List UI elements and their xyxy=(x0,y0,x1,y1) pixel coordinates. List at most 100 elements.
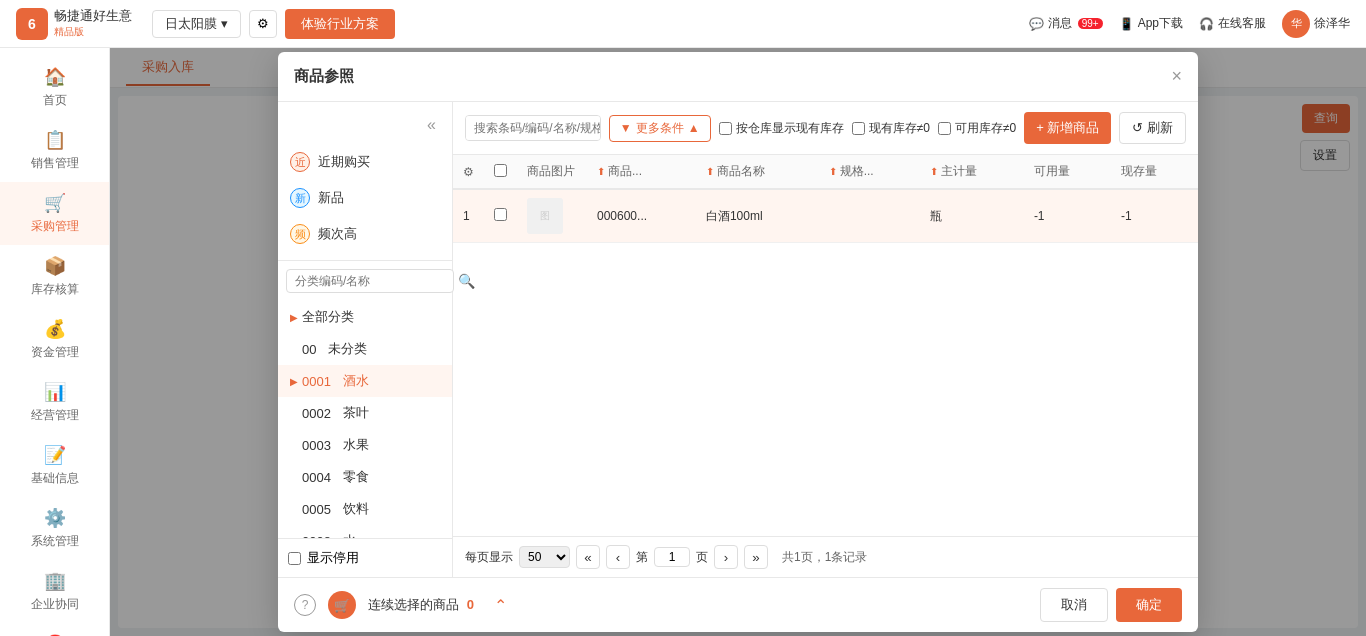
cat-item-0003[interactable]: 0003 水果 xyxy=(278,429,452,461)
new-icon: 新 xyxy=(290,188,310,208)
refresh-button[interactable]: ↺ 刷新 xyxy=(1119,112,1186,144)
quick-freq-item[interactable]: 频 频次高 xyxy=(278,216,452,252)
row-checkbox-cell xyxy=(484,189,517,243)
available-filter-checkbox[interactable] xyxy=(852,122,865,135)
confirm-button[interactable]: 确定 xyxy=(1116,588,1182,622)
enterprise-icon: 🏢 xyxy=(44,570,66,592)
row-spec xyxy=(819,189,920,243)
product-image: 图 xyxy=(527,198,563,234)
message-badge: 99+ xyxy=(1078,18,1103,29)
show-disabled-label: 显示停用 xyxy=(307,549,359,567)
cat-item-0008[interactable]: 0008 水 xyxy=(278,525,452,538)
page-number-input[interactable] xyxy=(654,547,690,567)
purchase-icon: 🛒 xyxy=(44,192,66,214)
row-available: -1 xyxy=(1024,189,1111,243)
per-page-select[interactable]: 50 20 100 xyxy=(519,546,570,568)
content-area: 采购入库 查询 设置 商品参照 × xyxy=(110,48,1366,636)
cat-item-0001[interactable]: ▶ 0001 酒水 xyxy=(278,365,452,397)
footer-actions: 取消 确定 xyxy=(1040,588,1182,622)
th-img: 商品图片 xyxy=(517,155,587,189)
basics-icon: 📝 xyxy=(44,444,66,466)
th-code[interactable]: ⬆ 商品... xyxy=(587,155,696,189)
gear-icon[interactable]: ⚙ xyxy=(249,10,277,38)
sort-unit-icon: ⬆ xyxy=(930,166,938,177)
prev-page-button[interactable]: ‹ xyxy=(606,545,630,569)
freq-icon: 频 xyxy=(290,224,310,244)
sidebar-item-basics[interactable]: 📝 基础信息 xyxy=(0,434,109,497)
th-gear[interactable]: ⚙ xyxy=(453,155,484,189)
modal-footer: ? 🛒 连续选择的商品 0 ⌃ 取消 确定 xyxy=(278,577,1198,632)
logo-name: 畅捷通好生意 xyxy=(54,8,132,25)
logo-sub: 精品版 xyxy=(54,25,132,39)
available-filter-label[interactable]: 现有库存≠0 xyxy=(852,120,930,137)
row-name: 白酒100ml xyxy=(696,189,819,243)
cart-icon[interactable]: 🛒 xyxy=(328,591,356,619)
chevron-down-icon: ▾ xyxy=(221,16,228,31)
show-disabled-checkbox[interactable] xyxy=(288,552,301,565)
sidebar-item-system[interactable]: ⚙️ 系统管理 xyxy=(0,497,109,560)
cat-item-0002[interactable]: 0002 茶叶 xyxy=(278,397,452,429)
usable-filter-label[interactable]: 可用库存≠0 xyxy=(938,120,1016,137)
table-row[interactable]: 1 图 000600... 白酒100ml xyxy=(453,189,1198,243)
modal-header: 商品参照 × xyxy=(278,52,1198,102)
th-spec[interactable]: ⬆ 规格... xyxy=(819,155,920,189)
quick-access: « 近 近期购买 新 新品 频 xyxy=(278,102,452,261)
sidebar-item-home[interactable]: 🏠 首页 xyxy=(0,56,109,119)
quick-recent-item[interactable]: 近 近期购买 xyxy=(278,144,452,180)
cat-item-0005[interactable]: 0005 饮料 xyxy=(278,493,452,525)
sales-icon: 📋 xyxy=(44,129,66,151)
pagination-bar: 每页显示 50 20 100 « ‹ 第 页 › xyxy=(453,536,1198,577)
help-button[interactable]: ? xyxy=(294,594,316,616)
phone-icon: 📱 xyxy=(1119,17,1134,31)
user-nav-item[interactable]: 华 徐泽华 xyxy=(1282,10,1350,38)
row-select-checkbox[interactable] xyxy=(494,208,507,221)
sidebar-item-operations[interactable]: 📊 经营管理 xyxy=(0,371,109,434)
cancel-button[interactable]: 取消 xyxy=(1040,588,1108,622)
total-info: 共1页，1条记录 xyxy=(782,549,867,566)
sidebar-item-purchase[interactable]: 🛒 采购管理 xyxy=(0,182,109,245)
operations-icon: 📊 xyxy=(44,381,66,403)
cat-item-0004[interactable]: 0004 零食 xyxy=(278,461,452,493)
modal-close-button[interactable]: × xyxy=(1171,66,1182,87)
sidebar-item-finance[interactable]: 💰 资金管理 xyxy=(0,308,109,371)
home-icon: 🏠 xyxy=(44,66,66,88)
main-layout: 🏠 首页 📋 销售管理 🛒 采购管理 📦 库存核算 💰 资金管理 📊 经营管理 … xyxy=(0,48,1366,636)
product-search-input[interactable] xyxy=(466,116,601,140)
sidebar-item-enterprise[interactable]: 🏢 企业协同 xyxy=(0,560,109,623)
next-page-button[interactable]: › xyxy=(714,545,738,569)
trial-button[interactable]: 体验行业方案 xyxy=(285,9,395,39)
last-page-button[interactable]: » xyxy=(744,545,768,569)
recent-icon: 近 xyxy=(290,152,310,172)
online-service-nav-item[interactable]: 🎧 在线客服 xyxy=(1199,15,1266,32)
modal-left-panel: « 近 近期购买 新 新品 频 xyxy=(278,102,453,577)
cat-item-all[interactable]: ▶ 全部分类 xyxy=(278,301,452,333)
quick-new-item[interactable]: 新 新品 xyxy=(278,180,452,216)
collapse-up-button[interactable]: ⌃ xyxy=(494,596,507,615)
warehouse-filter-label[interactable]: 按仓库显示现有库存 xyxy=(719,120,844,137)
cat-item-00[interactable]: 00 未分类 xyxy=(278,333,452,365)
nav-dropdown[interactable]: 日太阳膜 ▾ xyxy=(152,10,241,38)
more-filter-button[interactable]: ▼ 更多条件 ▲ xyxy=(609,115,711,142)
product-table: ⚙ 商品图片 xyxy=(453,155,1198,243)
message-nav-item[interactable]: 💬 消息 99+ xyxy=(1029,15,1103,32)
select-all-checkbox[interactable] xyxy=(494,164,507,177)
sidebar-item-guide[interactable]: 🎯 新手引导 xyxy=(0,623,109,636)
product-reference-modal: 商品参照 × « 近 近期购买 xyxy=(278,52,1198,632)
sidebar-item-sales[interactable]: 📋 销售管理 xyxy=(0,119,109,182)
app-download-nav-item[interactable]: 📱 App下载 xyxy=(1119,15,1183,32)
category-search-input[interactable] xyxy=(286,269,454,293)
add-product-button[interactable]: + 新增商品 xyxy=(1024,112,1111,144)
sidebar-item-inventory[interactable]: 📦 库存核算 xyxy=(0,245,109,308)
modal-right-panel: 🔍 ▼ 更多条件 ▲ 按仓库显示现有库存 xyxy=(453,102,1198,577)
first-page-button[interactable]: « xyxy=(576,545,600,569)
modal-body: « 近 近期购买 新 新品 频 xyxy=(278,102,1198,577)
th-unit[interactable]: ⬆ 主计量 xyxy=(920,155,1024,189)
row-unit: 瓶 xyxy=(920,189,1024,243)
th-check xyxy=(484,155,517,189)
usable-filter-checkbox[interactable] xyxy=(938,122,951,135)
collapse-left-button[interactable]: « xyxy=(419,110,444,140)
warehouse-filter-checkbox[interactable] xyxy=(719,122,732,135)
product-table-area: ⚙ 商品图片 xyxy=(453,155,1198,536)
th-name[interactable]: ⬆ 商品名称 xyxy=(696,155,819,189)
per-page-label: 每页显示 xyxy=(465,549,513,566)
